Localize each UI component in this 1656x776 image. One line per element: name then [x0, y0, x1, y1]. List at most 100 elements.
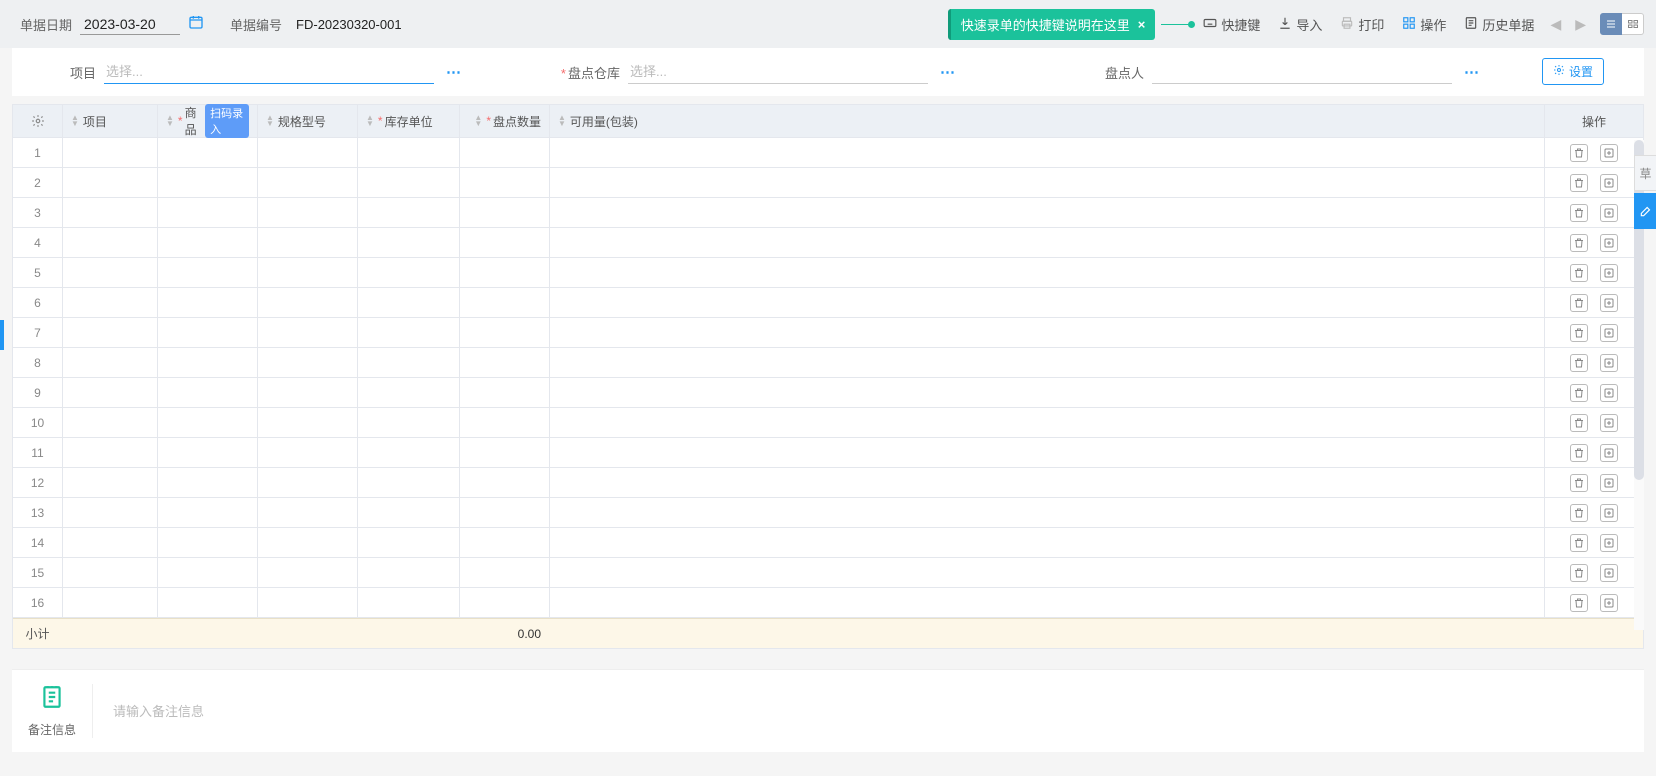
cell-product[interactable]	[158, 558, 258, 587]
remarks-input[interactable]	[113, 704, 1628, 719]
cell-product[interactable]	[158, 528, 258, 557]
delete-row-icon[interactable]	[1570, 414, 1588, 432]
cell-project[interactable]	[63, 168, 158, 197]
spec-column-header[interactable]: ▲▼规格型号	[258, 105, 358, 137]
cell-unit[interactable]	[358, 318, 460, 347]
cell-unit[interactable]	[358, 258, 460, 287]
cell-product[interactable]	[158, 258, 258, 287]
cell-product[interactable]	[158, 228, 258, 257]
card-view-button[interactable]	[1622, 13, 1644, 35]
count-column-header[interactable]: ▲▼*盘点数量	[460, 105, 550, 137]
cell-count[interactable]	[460, 228, 550, 257]
cell-spec[interactable]	[258, 468, 358, 497]
cell-available[interactable]	[550, 348, 1545, 377]
cell-available[interactable]	[550, 588, 1545, 617]
cell-unit[interactable]	[358, 138, 460, 167]
checker-more-icon[interactable]: ⋯	[1464, 63, 1480, 81]
cell-spec[interactable]	[258, 378, 358, 407]
scan-badge[interactable]: 扫码录入	[205, 104, 249, 138]
delete-row-icon[interactable]	[1570, 144, 1588, 162]
cell-spec[interactable]	[258, 498, 358, 527]
delete-row-icon[interactable]	[1570, 204, 1588, 222]
cell-count[interactable]	[460, 498, 550, 527]
cell-spec[interactable]	[258, 318, 358, 347]
delete-row-icon[interactable]	[1570, 384, 1588, 402]
delete-row-icon[interactable]	[1570, 504, 1588, 522]
add-row-icon[interactable]	[1600, 264, 1618, 282]
cell-count[interactable]	[460, 558, 550, 587]
print-button[interactable]: 打印	[1334, 13, 1390, 36]
cell-product[interactable]	[158, 198, 258, 227]
delete-row-icon[interactable]	[1570, 354, 1588, 372]
project-column-header[interactable]: ▲▼项目	[63, 105, 158, 137]
cell-count[interactable]	[460, 378, 550, 407]
project-more-icon[interactable]: ⋯	[446, 63, 462, 81]
history-button[interactable]: 历史单据	[1458, 13, 1540, 36]
cell-spec[interactable]	[258, 528, 358, 557]
cell-spec[interactable]	[258, 558, 358, 587]
add-row-icon[interactable]	[1600, 354, 1618, 372]
delete-row-icon[interactable]	[1570, 474, 1588, 492]
add-row-icon[interactable]	[1600, 474, 1618, 492]
cell-available[interactable]	[550, 438, 1545, 467]
cell-product[interactable]	[158, 378, 258, 407]
delete-row-icon[interactable]	[1570, 174, 1588, 192]
cell-product[interactable]	[158, 138, 258, 167]
cell-project[interactable]	[63, 558, 158, 587]
cell-available[interactable]	[550, 258, 1545, 287]
cell-unit[interactable]	[358, 588, 460, 617]
cell-available[interactable]	[550, 498, 1545, 527]
add-row-icon[interactable]	[1600, 504, 1618, 522]
cell-project[interactable]	[63, 378, 158, 407]
cell-available[interactable]	[550, 168, 1545, 197]
delete-row-icon[interactable]	[1570, 534, 1588, 552]
cell-available[interactable]	[550, 318, 1545, 347]
cell-available[interactable]	[550, 408, 1545, 437]
shortcut-button[interactable]: 快捷键	[1197, 13, 1266, 36]
side-tab-draft[interactable]: 草	[1634, 155, 1656, 191]
list-view-button[interactable]	[1600, 13, 1622, 35]
cell-project[interactable]	[63, 438, 158, 467]
cell-project[interactable]	[63, 468, 158, 497]
cell-count[interactable]	[460, 318, 550, 347]
add-row-icon[interactable]	[1600, 594, 1618, 612]
warehouse-more-icon[interactable]: ⋯	[940, 63, 956, 81]
cell-count[interactable]	[460, 528, 550, 557]
delete-row-icon[interactable]	[1570, 294, 1588, 312]
cell-count[interactable]	[460, 258, 550, 287]
add-row-icon[interactable]	[1600, 564, 1618, 582]
cell-project[interactable]	[63, 348, 158, 377]
cell-count[interactable]	[460, 348, 550, 377]
product-column-header[interactable]: ▲▼*商品扫码录入	[158, 105, 258, 137]
cell-available[interactable]	[550, 228, 1545, 257]
cell-project[interactable]	[63, 288, 158, 317]
cell-spec[interactable]	[258, 168, 358, 197]
add-row-icon[interactable]	[1600, 384, 1618, 402]
cell-spec[interactable]	[258, 228, 358, 257]
import-button[interactable]: 导入	[1272, 13, 1328, 36]
cell-unit[interactable]	[358, 348, 460, 377]
cell-spec[interactable]	[258, 288, 358, 317]
settings-button[interactable]: 设置	[1542, 58, 1604, 85]
cell-count[interactable]	[460, 408, 550, 437]
cell-spec[interactable]	[258, 588, 358, 617]
cell-product[interactable]	[158, 588, 258, 617]
cell-spec[interactable]	[258, 198, 358, 227]
date-input[interactable]: 2023-03-20	[80, 14, 180, 35]
cell-count[interactable]	[460, 198, 550, 227]
delete-row-icon[interactable]	[1570, 324, 1588, 342]
cell-unit[interactable]	[358, 408, 460, 437]
cell-spec[interactable]	[258, 408, 358, 437]
unit-column-header[interactable]: ▲▼*库存单位	[358, 105, 460, 137]
cell-count[interactable]	[460, 468, 550, 497]
next-doc-arrow[interactable]: ▶	[1571, 14, 1590, 35]
cell-unit[interactable]	[358, 468, 460, 497]
cell-project[interactable]	[63, 198, 158, 227]
cell-spec[interactable]	[258, 258, 358, 287]
delete-row-icon[interactable]	[1570, 594, 1588, 612]
cell-available[interactable]	[550, 528, 1545, 557]
cell-product[interactable]	[158, 288, 258, 317]
cell-product[interactable]	[158, 318, 258, 347]
cell-available[interactable]	[550, 288, 1545, 317]
cell-unit[interactable]	[358, 438, 460, 467]
